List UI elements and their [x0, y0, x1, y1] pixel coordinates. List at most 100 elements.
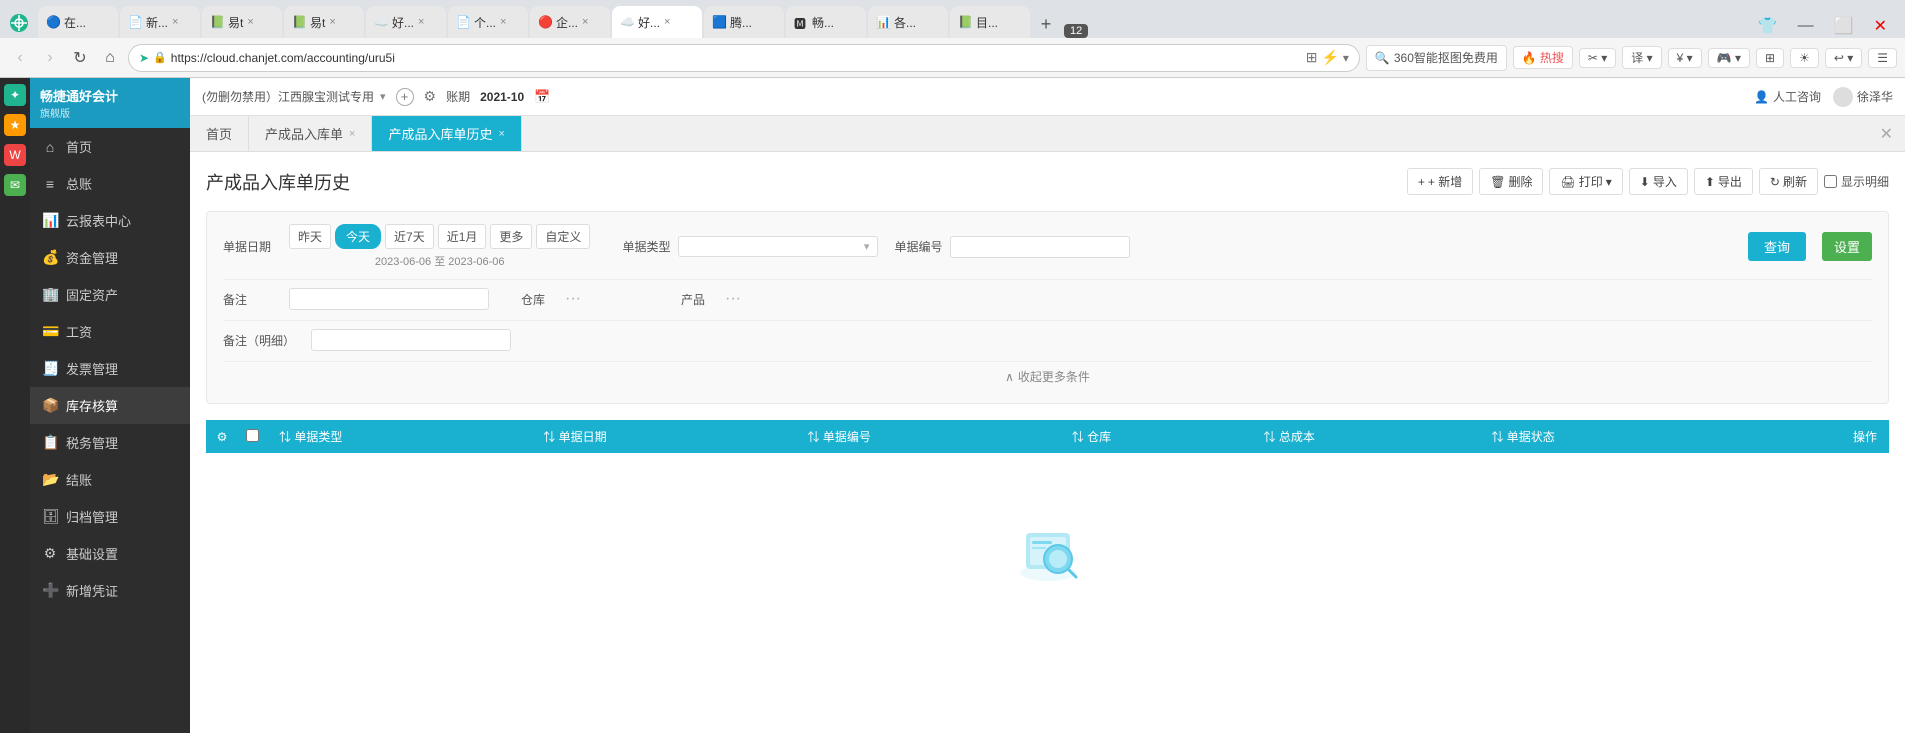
shirt-icon[interactable]: 👕 [1752, 14, 1784, 38]
sidebar-item-newreceipt[interactable]: ➕ 新增凭证 [30, 572, 190, 609]
export-button[interactable]: ⬆ 导出 [1694, 168, 1753, 195]
tab-好1[interactable]: ☁️ 好... × [366, 6, 446, 38]
company-selector[interactable]: (勿删勿禁用）江西腺宝测试专用 ▾ [202, 88, 386, 105]
sidebar-item-salary[interactable]: 💳 工资 [30, 313, 190, 350]
sidebar-item-ledger[interactable]: ≡ 总账 [30, 165, 190, 202]
settings-gear-button[interactable]: ⚙ [424, 88, 437, 105]
tab-目[interactable]: 📗 目... [950, 6, 1030, 38]
tab-history-close-icon[interactable]: × [498, 128, 504, 140]
minimize-button[interactable]: — [1792, 15, 1820, 37]
hot-search-badge[interactable]: 🔥 热搜 [1513, 46, 1573, 69]
tab-close-icon[interactable]: × [582, 16, 588, 28]
app-rail-icon-orange[interactable]: ★ [4, 114, 26, 136]
tab-close-icon[interactable]: × [664, 16, 670, 28]
user-button[interactable]: 徐泽华 [1833, 87, 1893, 107]
th-type[interactable]: ⇅ 单据类型 [267, 420, 531, 453]
sidebar-item-inventory[interactable]: 📦 库存核算 [30, 387, 190, 424]
maximize-button[interactable]: ⬜ [1828, 14, 1860, 38]
tab-count-badge[interactable]: 12 [1064, 24, 1088, 38]
app-rail-icon-green2[interactable]: ✉ [4, 174, 26, 196]
tab-close-icon[interactable]: × [418, 16, 424, 28]
collapse-filter-button[interactable]: ∧ 收起更多条件 [223, 361, 1872, 391]
close-button[interactable]: ✕ [1868, 14, 1893, 38]
undo-btn[interactable]: ↩ ▾ [1825, 48, 1862, 68]
date-btn-7days[interactable]: 近7天 [385, 224, 434, 249]
game-btn[interactable]: 🎮 ▾ [1708, 48, 1750, 68]
th-gear[interactable]: ⚙ [206, 420, 238, 453]
menu-btn[interactable]: ☰ [1868, 48, 1897, 68]
dropdown-arrow-icon[interactable]: ▾ [1343, 51, 1349, 65]
tab-在[interactable]: 🔵 在... [38, 6, 118, 38]
sidebar-item-basic[interactable]: ⚙ 基础设置 [30, 535, 190, 572]
import-button[interactable]: ⬇ 导入 [1629, 168, 1688, 195]
grid-icon[interactable]: ⊞ [1306, 49, 1318, 66]
app-rail-icon-red[interactable]: W [4, 144, 26, 166]
search-box[interactable]: 🔍 360智能抠图免费用 [1366, 45, 1507, 71]
tab-各[interactable]: 📊 各... [868, 6, 948, 38]
th-checkbox[interactable] [238, 420, 267, 453]
tab-易2[interactable]: 📗 易t × [284, 6, 364, 38]
tab-breadcrumb[interactable]: 首页 [190, 116, 249, 151]
th-warehouse[interactable]: ⇅ 仓库 [1060, 420, 1252, 453]
browser-logo[interactable] [4, 8, 34, 38]
new-tab-button[interactable]: + [1032, 10, 1060, 38]
tab-list-close-icon[interactable]: × [349, 128, 355, 140]
page-tab-list[interactable]: 产成品入库单 × [249, 116, 372, 151]
delete-button[interactable]: 🗑 删除 [1479, 168, 1543, 195]
sidebar-item-home[interactable]: ⌂ 首页 [30, 128, 190, 165]
translate-btn[interactable]: 译 ▾ [1622, 46, 1661, 69]
date-btn-more[interactable]: 更多 [490, 224, 532, 249]
refresh-button[interactable]: ↻ 刷新 [1759, 168, 1818, 195]
help-button[interactable]: 👤 人工咨询 [1754, 88, 1821, 105]
note-detail-filter-input[interactable] [311, 329, 511, 351]
tab-close-icon[interactable]: × [329, 16, 335, 28]
tab-新[interactable]: 📄 新... × [120, 6, 200, 38]
th-status[interactable]: ⇅ 单据状态 [1479, 420, 1743, 453]
calendar-icon[interactable]: 📅 [534, 89, 550, 105]
date-btn-yesterday[interactable]: 昨天 [289, 224, 331, 249]
settings-button[interactable]: 设置 [1822, 232, 1872, 261]
reload-button[interactable]: ↻ [68, 46, 92, 70]
th-number[interactable]: ⇅ 单据编号 [796, 420, 1060, 453]
tab-好2-active[interactable]: ☁️ 好... × [612, 6, 702, 38]
yuan-btn[interactable]: ¥ ▾ [1668, 48, 1702, 68]
grid-btn[interactable]: ⊞ [1756, 48, 1784, 68]
th-date[interactable]: ⇅ 单据日期 [531, 420, 795, 453]
sidebar-item-invoice[interactable]: 🧾 发票管理 [30, 350, 190, 387]
add-company-button[interactable]: + [396, 88, 414, 106]
show-col-input[interactable] [1824, 175, 1837, 188]
tab-企[interactable]: 🔴 企... × [530, 6, 610, 38]
warehouse-dots[interactable]: ··· [561, 290, 585, 308]
home-button[interactable]: ⌂ [98, 46, 122, 70]
note-filter-input[interactable] [289, 288, 489, 310]
forward-button[interactable]: › [38, 46, 62, 70]
product-dots[interactable]: ··· [721, 290, 745, 308]
tab-close-icon[interactable]: × [247, 16, 253, 28]
theme-btn[interactable]: ☀ [1790, 48, 1819, 68]
new-button[interactable]: + + 新增 [1407, 168, 1473, 195]
tab-腾[interactable]: 🟦 腾... [704, 6, 784, 38]
select-all-checkbox[interactable] [246, 429, 259, 442]
page-tab-history-active[interactable]: 产成品入库单历史 × [372, 116, 521, 151]
number-filter-input[interactable] [950, 236, 1130, 258]
tab-个[interactable]: 📄 个... × [448, 6, 528, 38]
url-box[interactable]: ➤ 🔒 https://cloud.chanjet.com/accounting… [128, 44, 1360, 72]
date-btn-1month[interactable]: 近1月 [438, 224, 487, 249]
sidebar-item-tax[interactable]: 📋 税务管理 [30, 424, 190, 461]
th-total-cost[interactable]: ⇅ 总成本 [1251, 420, 1479, 453]
date-btn-today[interactable]: 今天 [335, 224, 381, 249]
page-close-button[interactable]: ✕ [1868, 124, 1905, 144]
sidebar-item-closing[interactable]: 📂 结账 [30, 461, 190, 498]
print-button[interactable]: 🖨 打印 ▾ [1549, 168, 1622, 195]
sidebar-item-report[interactable]: 📊 云报表中心 [30, 202, 190, 239]
scissors-btn[interactable]: ✂ ▾ [1579, 48, 1616, 68]
back-button[interactable]: ‹ [8, 46, 32, 70]
extension-icon[interactable]: ⚡ [1321, 49, 1338, 66]
type-select[interactable]: ▾ [678, 236, 878, 257]
tab-易1[interactable]: 📗 易t × [202, 6, 282, 38]
tab-close-icon[interactable]: × [172, 16, 178, 28]
date-btn-custom[interactable]: 自定义 [536, 224, 590, 249]
tab-畅[interactable]: 🅼 畅... [786, 6, 866, 38]
query-button[interactable]: 查询 [1748, 232, 1806, 261]
show-col-checkbox[interactable]: 显示明细 [1824, 173, 1889, 190]
